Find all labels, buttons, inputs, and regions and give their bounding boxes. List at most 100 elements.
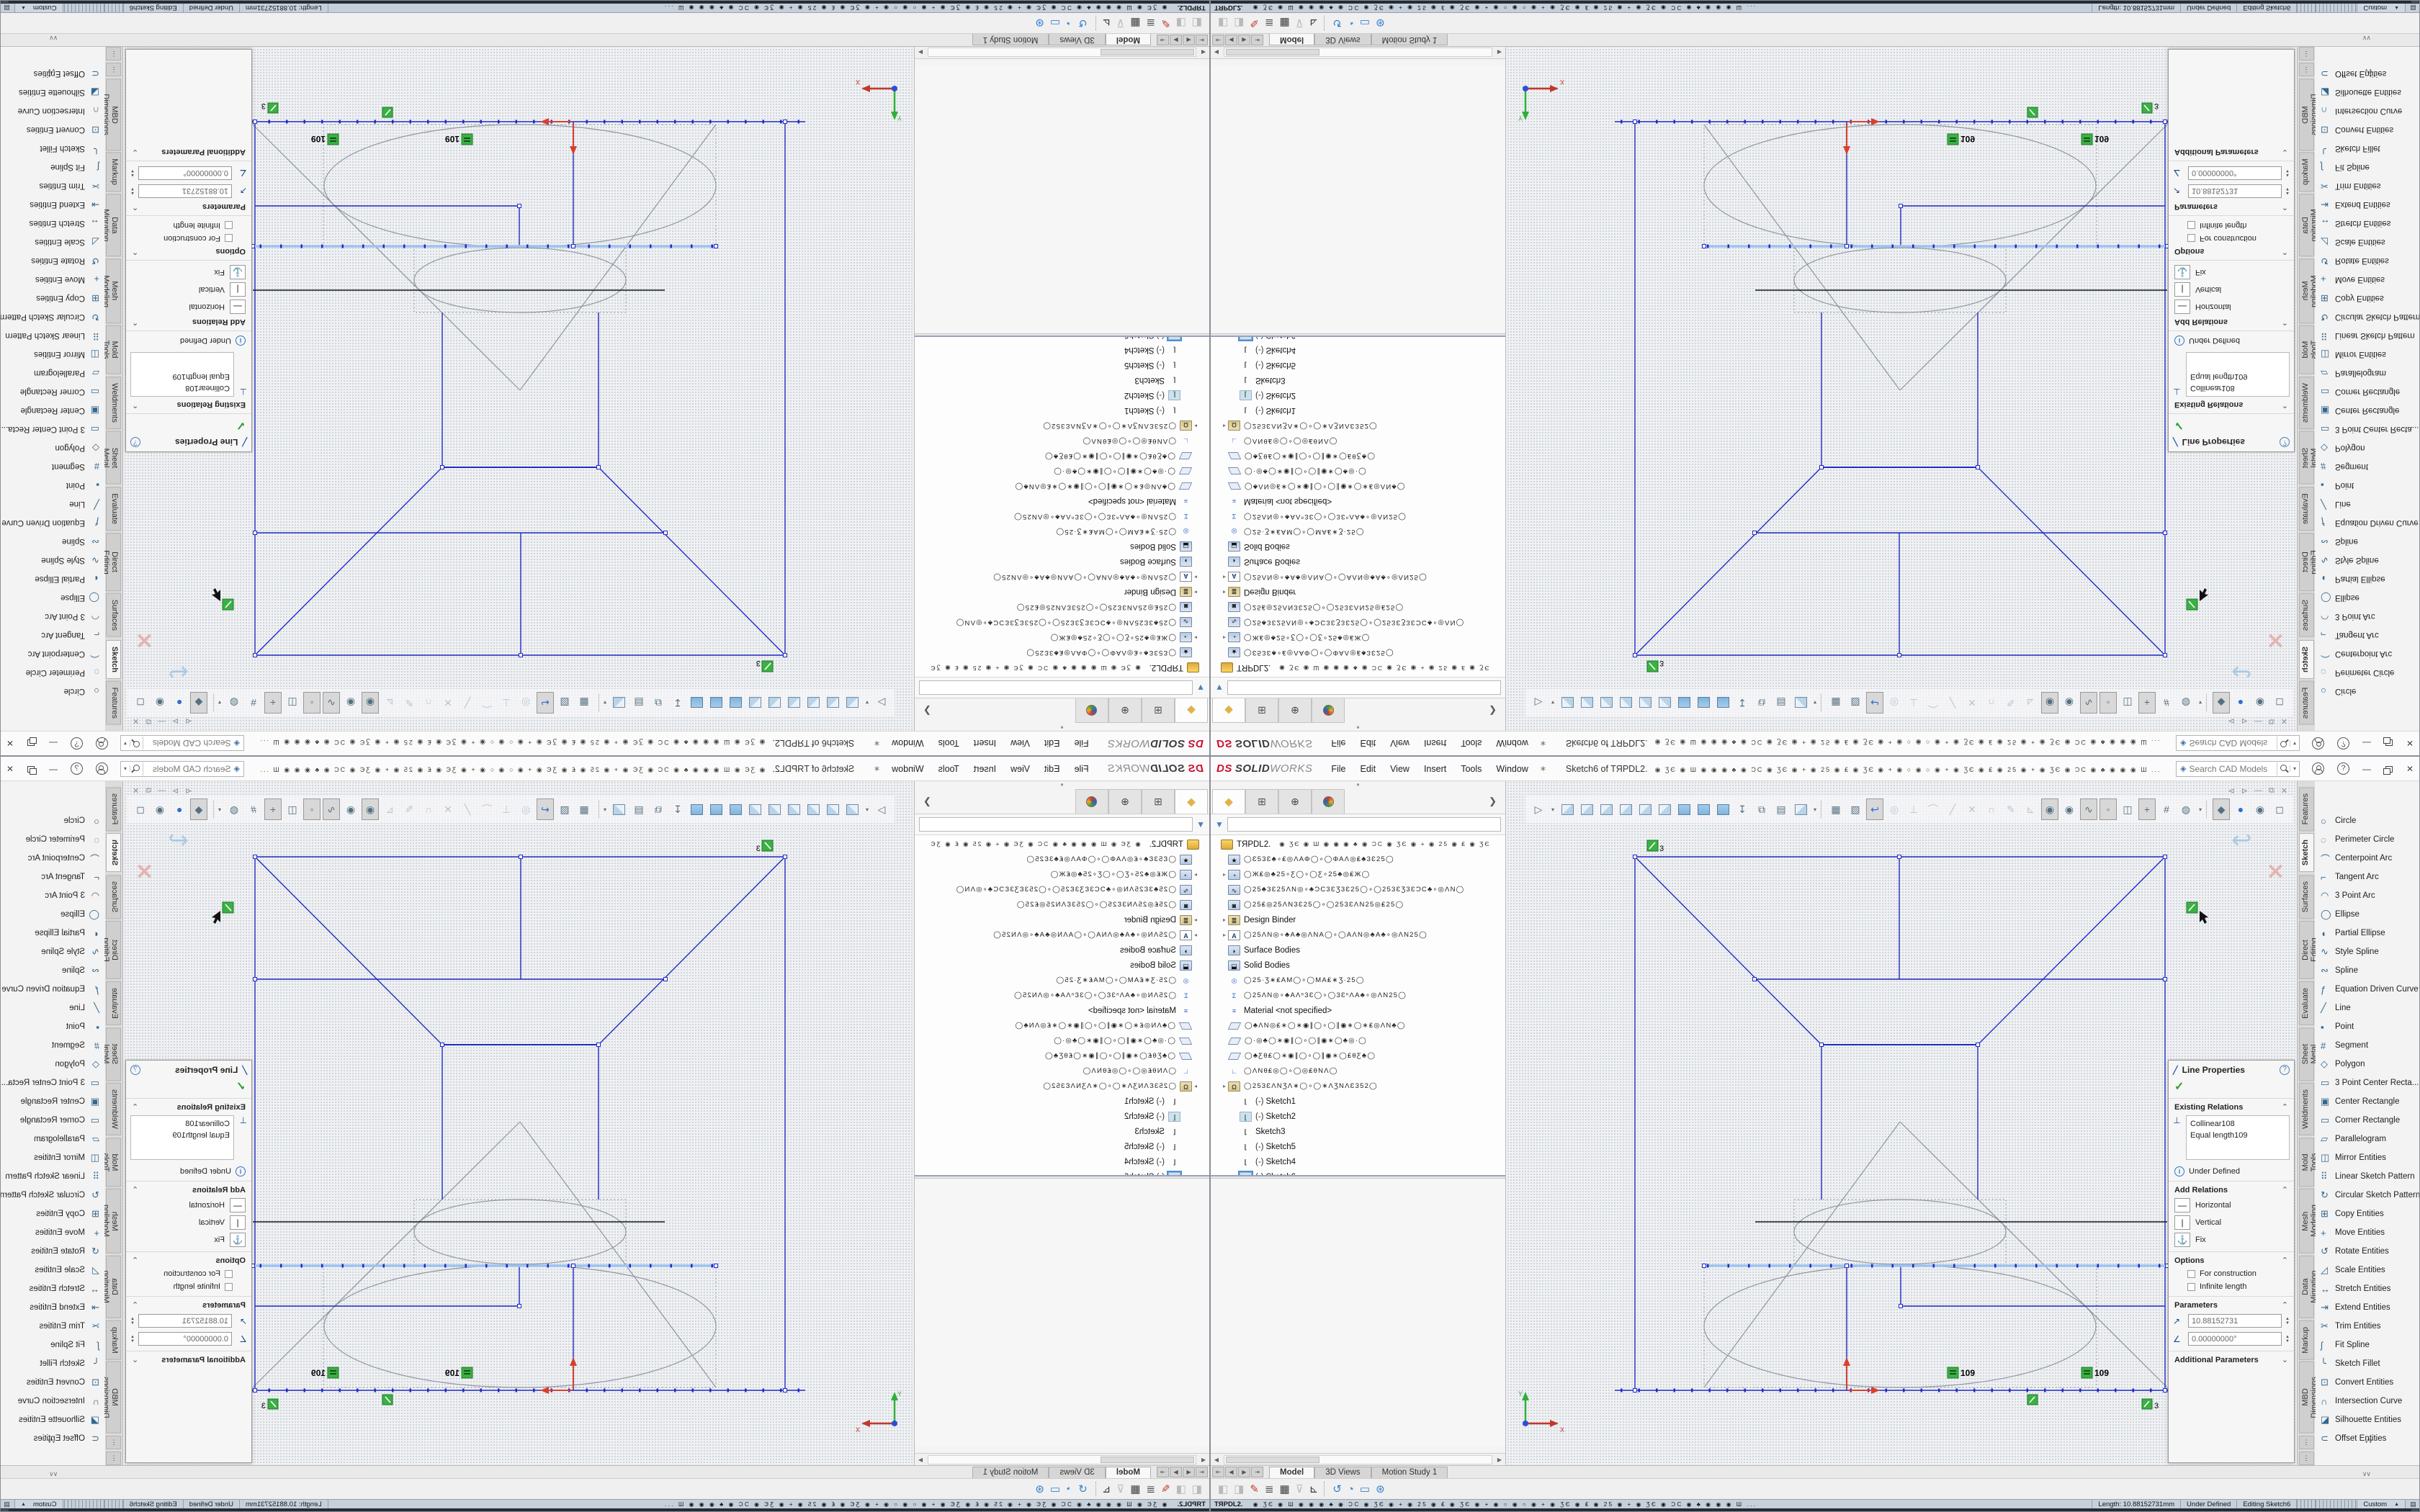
exit-sketch-button[interactable]: ↩ (1866, 798, 1883, 820)
commandmanager-tab-mbd-dimensions[interactable]: MBD Dimensions (2299, 1362, 2314, 1434)
graphics-area[interactable]: 109 109 3 (124, 47, 913, 731)
status-tips-icon[interactable]: ▤ (0, 1500, 15, 1508)
status-unit-system[interactable]: Custom▲ (15, 1500, 63, 1508)
commandmanager-overflow-tab[interactable]: ⋮ (2299, 1436, 2314, 1449)
tree-item-sketch2[interactable]: ⌊(-)Sketch2 (1211, 1109, 1505, 1124)
tool-scale-entities[interactable]: ◿Scale Entities (0, 1261, 104, 1279)
search-box[interactable]: ◈ Search CAD Models ▾ (2176, 736, 2300, 752)
shaded-view-icon[interactable] (1695, 798, 1712, 820)
add-relation-horizontal[interactable]: —Horizontal (126, 1197, 251, 1214)
tool-silhouette-entities[interactable]: ◪Silhouette Entities (0, 83, 104, 102)
restore-button[interactable] (2378, 762, 2399, 775)
length-input[interactable]: 10.88152731 (2188, 1314, 2282, 1328)
appearance-icon[interactable]: ▤ (630, 692, 647, 714)
material-swatch-icon[interactable]: ▧ (556, 798, 573, 820)
play-from-start-icon[interactable]: ◔ (1066, 17, 1072, 30)
tree-item-t-pdl2-[interactable]: TЯPDL2.◉ ƷЄ ◉ Ш ◉ ◉ ◉ ♣ ◉ ƆC ◉ ƷЄ ◉ + ◉ … (915, 837, 1209, 852)
scroll-thumb[interactable] (1101, 1457, 1194, 1463)
scroll-right-arrow[interactable]: ▶ (915, 50, 926, 56)
tree-item-garbled[interactable]: ◯♣Ƹθ₤◯∗◉∥◯∘◯∥◉∗◯₤θƸ♣◯ (1211, 1048, 1505, 1063)
previous-window-icon[interactable]: ⊲ (2228, 716, 2234, 726)
view-cube-icon[interactable] (766, 798, 784, 820)
confirmation-corner[interactable]: ↩ ✕ (134, 826, 189, 888)
save-animation-icon[interactable]: ▭ (1360, 17, 1370, 30)
tree-item-solid-bodies[interactable]: ⬓Solid Bodies (1211, 539, 1505, 554)
expand-arrow-icon[interactable]: ▸ (1192, 871, 1199, 878)
filter-input[interactable] (1227, 680, 1501, 695)
commandmanager-tab-mold-tools[interactable]: Mold Tools (107, 1138, 122, 1187)
ok-button[interactable]: ✓ (2169, 1079, 2294, 1095)
length-input[interactable]: 10.88152731 (138, 184, 232, 198)
tool-move-entities[interactable]: +Move Entities (2316, 270, 2420, 289)
tool-line[interactable]: ╱Line (2316, 999, 2420, 1017)
tree-item-garbled[interactable]: ◎◯25·Ʒ∗₤ΑΜ◯∘◯ΜΑ₤∗Ʒ·25◯ (1211, 524, 1505, 539)
menu-insert[interactable]: Insert (967, 736, 1003, 752)
calculate-motion-icon[interactable]: ↺ (1332, 17, 1342, 30)
tool-equation-driven-curve[interactable]: ƒEquation Driven Curve (2316, 980, 2420, 999)
close-button[interactable]: ✕ (0, 739, 21, 749)
angle-spinner[interactable]: ▲▼ (2285, 1335, 2290, 1344)
tool-linear-sketch-pattern[interactable]: ⠿Linear Sketch Pattern (0, 326, 104, 345)
tool-rotate-entities[interactable]: ↺Rotate Entities (2316, 251, 2420, 270)
go-to-end-button[interactable]: ⇥ (1157, 1467, 1169, 1477)
options-header[interactable]: Options⌃ (2169, 245, 2294, 261)
tool-mirror-entities[interactable]: ◫Mirror Entities (0, 1148, 104, 1167)
view-settings-icon[interactable]: ◉ (2251, 798, 2269, 820)
view-cube-icon[interactable] (1597, 798, 1615, 820)
tool-tangent-arc[interactable]: ⌐Tangent Arc (2316, 868, 2420, 886)
menu-file[interactable]: File (1324, 736, 1353, 752)
panel-h-scrollbar[interactable]: ◀▶ (1211, 47, 1505, 59)
tool-centerpoint-arc[interactable]: ⌒Centerpoint Arc (0, 849, 104, 868)
commandmanager-tab-mesh-modeling[interactable]: Mesh Modeling (2299, 258, 2314, 323)
previous-window-icon[interactable]: ⊲ (185, 786, 192, 796)
panel-help-icon[interactable]: ? (2280, 437, 2290, 447)
dropdown-arrow-icon[interactable]: ▾ (864, 798, 871, 820)
shaded-view-icon[interactable] (708, 692, 725, 714)
step-back-button[interactable]: ◀ (1225, 1467, 1237, 1477)
existing-relations-header[interactable]: Existing Relations⌃ (2169, 1098, 2294, 1114)
tab-motion-study-1[interactable]: Motion Study 1 (972, 1467, 1049, 1478)
zoom-timeline-icon[interactable]: ⊾ (1102, 1482, 1111, 1495)
step-back-button[interactable]: ◀ (1183, 35, 1195, 45)
commandmanager-tab-direct-editing[interactable]: Direct Editing (107, 533, 122, 591)
tool-scale-entities[interactable]: ◿Scale Entities (2316, 1261, 2420, 1279)
tool-ellipse[interactable]: ◯Ellipse (0, 905, 104, 924)
length-input[interactable]: 10.88152731 (2188, 184, 2282, 198)
filter-graphics-icon[interactable]: ◆ (190, 692, 207, 714)
tree-item-sketch3[interactable]: ⌊Sketch3 (1211, 373, 1505, 388)
child-minimize-button[interactable]: — (158, 786, 166, 796)
add-relation-fix[interactable]: ⚓Fix (126, 1231, 251, 1248)
tool-corner-rectangle[interactable]: ▭Corner Rectangle (0, 382, 104, 401)
tool-extend-entities[interactable]: ⇥Extend Entities (0, 195, 104, 214)
tool-convert-entities[interactable]: ⊡Convert Entities (0, 1373, 104, 1392)
length-spinner[interactable]: ▲▼ (2285, 187, 2290, 196)
tree-item-garbled[interactable]: ◯·◎♣◯∗◉∥◯∘◯∥◉∗◯♣◎·◯ (915, 464, 1209, 479)
parameters-header[interactable]: Parameters⌃ (126, 1296, 251, 1312)
commandmanager-tab-direct-editing[interactable]: Direct Editing (2299, 533, 2314, 591)
commandmanager-tab-mold-tools[interactable]: Mold Tools (2299, 325, 2314, 374)
search-icon[interactable] (2277, 762, 2290, 775)
shaded-view-icon[interactable] (689, 692, 706, 714)
tree-item-garbled[interactable]: ▸Ω◯253ƐΛΝƷΛ∗◯∘◯∗ΛƷΝΛƐ352◯ (915, 1079, 1209, 1094)
commandmanager-overflow-tab[interactable]: ⋮ (2299, 47, 2314, 60)
tool-corner-rectangle[interactable]: ▭Corner Rectangle (2316, 1111, 2420, 1130)
tool-stretch-entities[interactable]: ↔Stretch Entities (2316, 1279, 2420, 1298)
tab-motion-study-1[interactable]: Motion Study 1 (972, 34, 1049, 45)
tool-centerpoint-arc[interactable]: ⌒Centerpoint Arc (2316, 849, 2420, 868)
view-origins-icon[interactable]: + (264, 692, 282, 714)
add-relations-header[interactable]: Add Relations⌃ (2169, 315, 2294, 331)
tree-item-garbled[interactable]: ∿◯25♣3Ɛ25ΛΝ◎∘♣ƆC3ƐƷ3Ɛ25◯∘◯253ƐƷ3ƐƆC♣∘◎ΛΝ… (915, 882, 1209, 897)
tree-item-garbled[interactable]: ★◯Ɛ53Ɛ♣∘₤◎ΛΑΦ◯∘◯ΦΑΛ◎₤♣3Ɛ25◯ (915, 645, 1209, 660)
animation-wizard-icon[interactable]: ✎ (1250, 1482, 1259, 1495)
view-cube-icon[interactable] (844, 798, 861, 820)
tree-item-garbled[interactable]: ◯♣ΛΝ◎₤∗◯∗◉∥◯∘◯∥◉∗◯∗₤◎ΛΝ♣◯ (1211, 1018, 1505, 1033)
tool-centerpoint-arc[interactable]: ⌒Centerpoint Arc (0, 644, 104, 663)
parameters-header[interactable]: Parameters⌃ (2169, 200, 2294, 216)
next-window-icon[interactable]: ⊳ (2241, 786, 2248, 796)
add-relations-header[interactable]: Add Relations⌃ (126, 1181, 251, 1197)
tool-3-point-center-recta-[interactable]: ▭3 Point Center Recta... (0, 1074, 104, 1092)
dimxpert-manager-tab[interactable]: ⊕ (1278, 698, 1312, 723)
animation-wizard-icon[interactable]: ✎ (1161, 1482, 1170, 1495)
expand-arrow-icon[interactable]: ▸ (1221, 589, 1228, 595)
tree-item-sketch3[interactable]: ⌊Sketch3 (915, 1124, 1209, 1139)
